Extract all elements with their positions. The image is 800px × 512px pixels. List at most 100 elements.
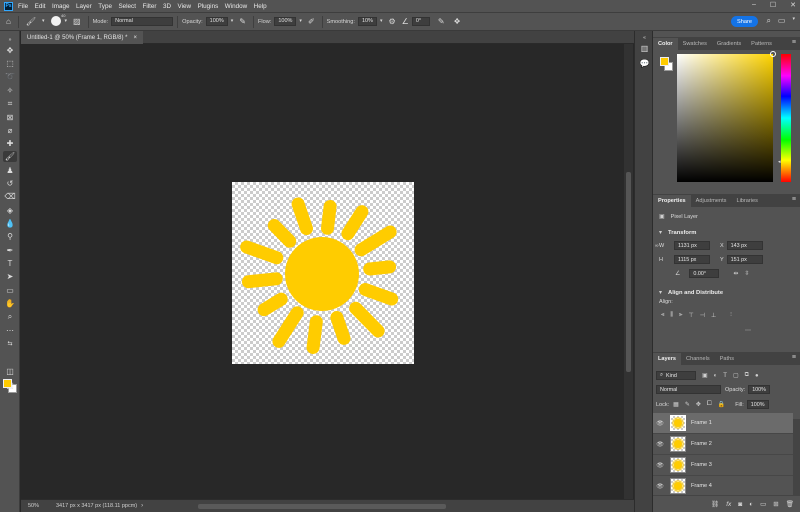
tab-gradients[interactable]: Gradients — [712, 38, 746, 50]
minimize-button[interactable]: – — [752, 1, 756, 9]
crop-tool-icon[interactable]: ⌗ — [3, 98, 17, 109]
type-tool-icon[interactable]: T — [3, 258, 17, 269]
tab-libraries[interactable]: Libraries — [731, 195, 762, 207]
layer-row[interactable]: 👁 Frame 3 — [653, 455, 793, 476]
filter-adjustment-icon[interactable]: ◐ — [714, 373, 718, 379]
layer-name[interactable]: Frame 4 — [691, 483, 712, 489]
horizontal-scrollbar[interactable] — [198, 504, 446, 509]
chevron-down-icon[interactable]: ▾ — [792, 16, 795, 26]
group-icon[interactable]: ▭ — [760, 500, 766, 508]
brush-settings-icon[interactable]: ▨ — [73, 17, 81, 26]
quick-mask-icon[interactable]: ◫ — [3, 366, 17, 377]
search-icon[interactable]: ⌕ — [766, 16, 770, 26]
zoom-tool-icon[interactable]: ⌕ — [3, 311, 17, 322]
distribute-icon[interactable]: ⫶ — [730, 312, 732, 319]
tab-paths[interactable]: Paths — [715, 353, 739, 365]
brush-tool-icon[interactable]: 🖌 — [3, 151, 17, 162]
layer-filter-select[interactable]: ⌕ Kind — [656, 371, 696, 380]
comments-panel-icon[interactable]: 💬 — [639, 58, 650, 68]
color-picker-field[interactable] — [677, 51, 776, 182]
link-icon[interactable]: ⛓ — [711, 500, 719, 508]
more-tools-icon[interactable]: ⋯ — [3, 325, 17, 336]
eyedropper-tool-icon[interactable]: ⌀ — [3, 125, 17, 136]
document-canvas[interactable] — [232, 182, 414, 364]
lock-all-icon[interactable]: 🔒 — [718, 401, 725, 408]
flow-input[interactable]: 100% — [274, 17, 297, 26]
layer-row[interactable]: 👁 Frame 2 — [653, 434, 793, 455]
link-dimensions-icon[interactable]: ∞ — [655, 243, 659, 249]
adjustment-icon[interactable]: ◐ — [749, 501, 753, 508]
canvas-area[interactable] — [21, 44, 624, 499]
foreground-color-swatch[interactable] — [3, 379, 12, 388]
chevron-down-icon[interactable]: ▾ — [659, 289, 662, 296]
tab-channels[interactable]: Channels — [681, 353, 715, 365]
mode-select[interactable]: Normal — [111, 17, 174, 26]
lock-transparency-icon[interactable]: ▦ — [673, 401, 679, 408]
workspace-icon[interactable]: ▭ — [778, 16, 786, 26]
trash-icon[interactable]: 🗑 — [786, 500, 794, 508]
chevron-down-icon[interactable]: ▾ — [42, 19, 45, 24]
filter-toggle-icon[interactable]: ● — [755, 373, 759, 379]
x-input[interactable]: 143 px — [726, 241, 763, 250]
history-brush-tool-icon[interactable]: ↺ — [3, 178, 17, 189]
fx-icon[interactable]: fx — [726, 501, 731, 508]
eraser-tool-icon[interactable]: ⌫ — [3, 191, 17, 202]
menu-file[interactable]: File — [18, 3, 28, 10]
share-button[interactable]: Share — [731, 16, 758, 27]
blur-tool-icon[interactable]: 💧 — [3, 218, 17, 229]
healing-brush-tool-icon[interactable]: ✚ — [3, 138, 17, 149]
panel-menu-icon[interactable]: ≡ — [792, 354, 796, 361]
layers-scrollbar[interactable] — [793, 419, 800, 495]
tab-color[interactable]: Color — [653, 38, 678, 50]
path-selection-tool-icon[interactable]: ➤ — [3, 271, 17, 282]
pressure-size-icon[interactable]: ✎ — [438, 17, 445, 26]
filter-smart-object-icon[interactable]: ⧉ — [745, 372, 749, 379]
align-center-icon[interactable]: ⫼ — [670, 312, 673, 319]
eye-icon[interactable]: 👁 — [653, 441, 667, 448]
align-middle-icon[interactable]: ⊣ — [700, 312, 705, 319]
panel-menu-icon[interactable]: ≡ — [792, 196, 796, 203]
history-panel-icon[interactable]: ▥ — [639, 43, 650, 53]
menu-view[interactable]: View — [178, 3, 192, 10]
menu-plugins[interactable]: Plugins — [198, 3, 219, 10]
menu-filter[interactable]: Filter — [142, 3, 156, 10]
tab-properties[interactable]: Properties — [653, 195, 691, 207]
align-bottom-icon[interactable]: ⊥ — [711, 312, 716, 319]
foreground-color-swatch[interactable] — [660, 57, 669, 66]
eye-icon[interactable]: 👁 — [653, 483, 667, 490]
height-input[interactable]: 1115 px — [674, 255, 710, 264]
close-window-button[interactable]: ✕ — [790, 1, 796, 9]
flip-vertical-icon[interactable]: ⇳ — [744, 270, 749, 277]
lasso-tool-icon[interactable]: ➰ — [3, 71, 17, 82]
blend-mode-select[interactable]: Normal — [656, 385, 721, 394]
menu-help[interactable]: Help — [254, 3, 267, 10]
layer-row[interactable]: 👁 Frame 4 — [653, 476, 793, 497]
symmetry-icon[interactable]: ❖ — [454, 17, 461, 26]
rectangle-tool-icon[interactable]: ▭ — [3, 285, 17, 296]
pen-tool-icon[interactable]: ✒ — [3, 245, 17, 256]
layer-name[interactable]: Frame 1 — [691, 420, 712, 426]
chevron-down-icon[interactable]: ▾ — [231, 19, 234, 24]
zoom-level[interactable]: 50% — [28, 503, 48, 509]
dodge-tool-icon[interactable]: ⚲ — [3, 231, 17, 242]
collapse-icon[interactable]: « — [639, 33, 650, 43]
chevron-down-icon[interactable]: ▾ — [659, 229, 662, 236]
chevron-down-icon[interactable]: ▾ — [380, 19, 383, 24]
layer-name[interactable]: Frame 3 — [691, 462, 712, 468]
rotation-input[interactable]: 0.00° — [689, 269, 720, 278]
pressure-opacity-icon[interactable]: ✎ — [239, 17, 246, 26]
align-left-icon[interactable]: ⫷ — [661, 312, 664, 319]
menu-image[interactable]: Image — [52, 3, 70, 10]
menu-select[interactable]: Select — [118, 3, 136, 10]
maximize-button[interactable]: ☐ — [770, 1, 776, 9]
hand-tool-icon[interactable]: ✋ — [3, 298, 17, 309]
filter-type-icon[interactable]: T — [723, 373, 727, 379]
align-right-icon[interactable]: ⫸ — [679, 312, 682, 319]
more-options-icon[interactable]: ⋯ — [745, 327, 751, 334]
y-input[interactable]: 151 px — [726, 255, 763, 264]
eye-icon[interactable]: 👁 — [653, 462, 667, 469]
frame-tool-icon[interactable]: ⊠ — [3, 112, 17, 123]
vertical-scrollbar[interactable] — [624, 44, 633, 499]
document-tab[interactable]: Untitled-1 @ 50% (Frame 1, RGB/8) * × — [21, 31, 143, 44]
layer-row[interactable]: 👁 Frame 1 — [653, 413, 793, 434]
